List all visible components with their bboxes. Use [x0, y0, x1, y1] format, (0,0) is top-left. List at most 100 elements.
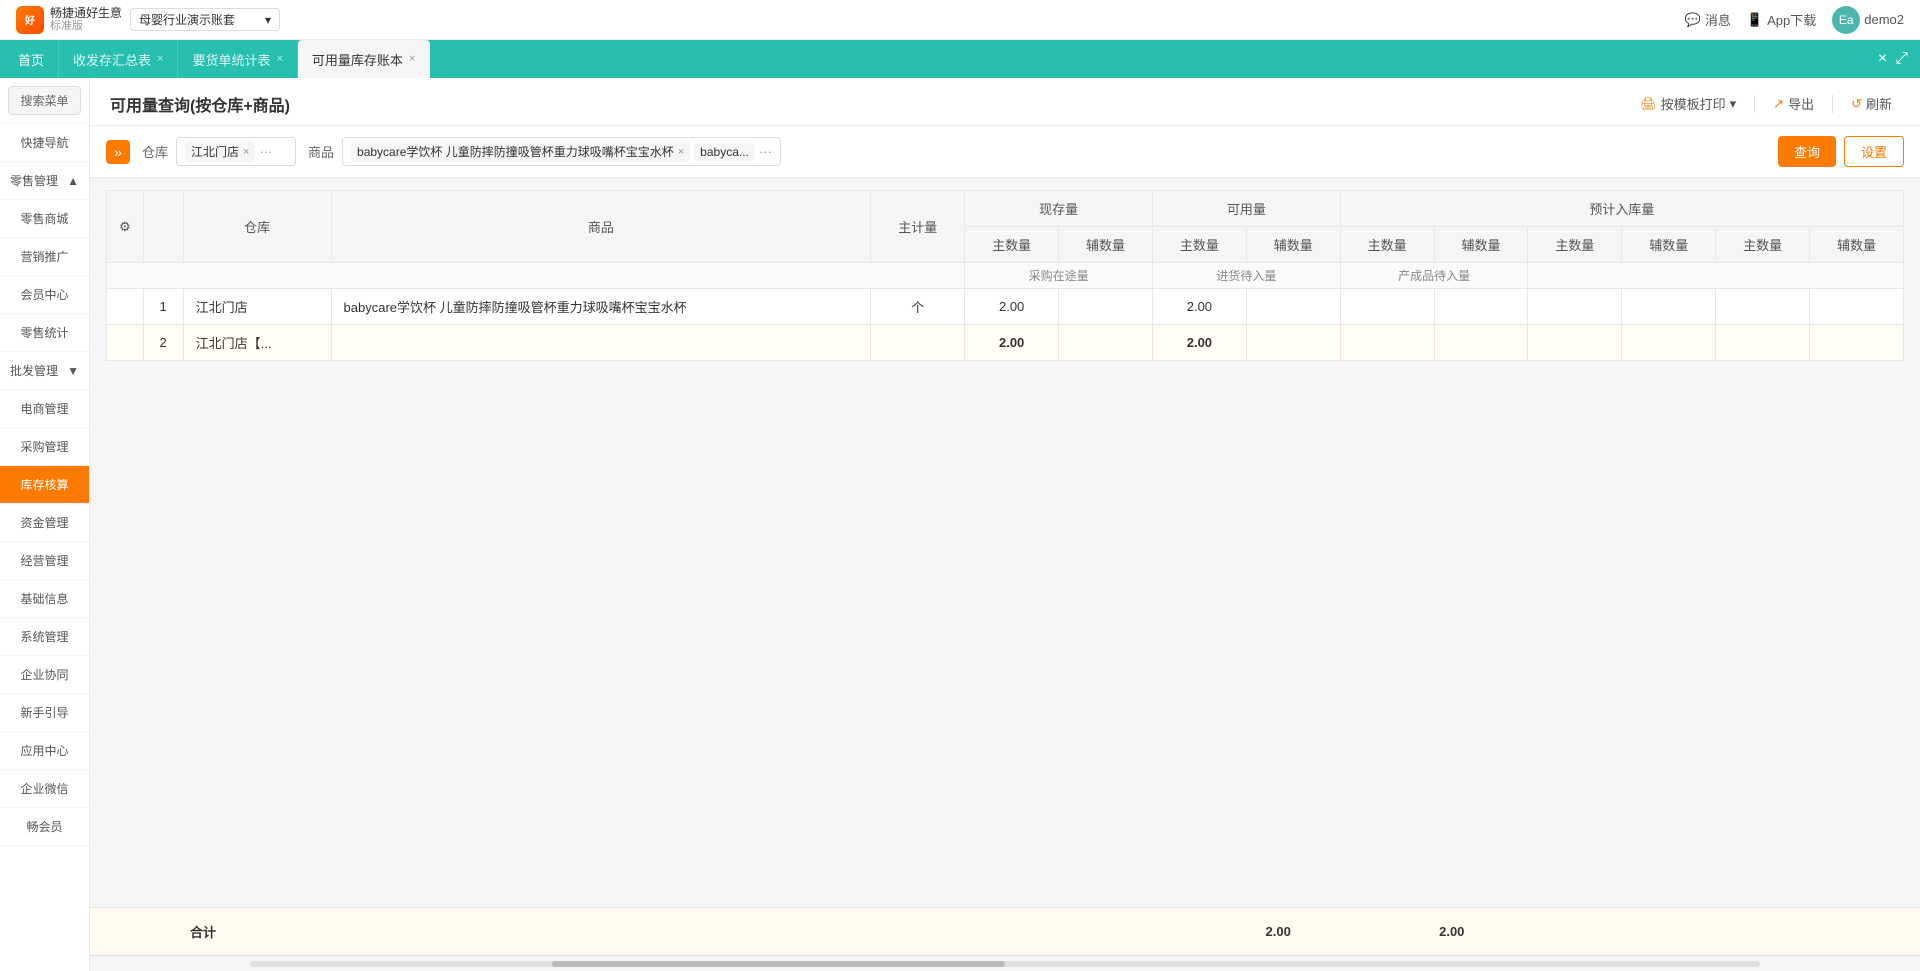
tab-home[interactable]: 首页 [4, 40, 59, 78]
sidebar-item-wechat[interactable]: 企业微信 [0, 770, 89, 808]
cell-pt-main-2 [1340, 325, 1434, 361]
th-avail-main: 主数量 [1152, 227, 1246, 263]
scrollbar-thumb[interactable] [552, 961, 1005, 967]
product-more[interactable]: ··· [759, 144, 772, 159]
sidebar-item-guide[interactable]: 新手引导 [0, 694, 89, 732]
th-planned-inbound: 预计入库量 [1340, 191, 1903, 227]
th-purchase-pending-aux: 辅数量 [1622, 227, 1716, 263]
th-production-pending-main: 主数量 [1716, 227, 1810, 263]
sidebar-item-operations[interactable]: 经营管理 [0, 542, 89, 580]
close-tab-receivable[interactable]: × [157, 53, 163, 65]
th-main-unit: 主计量 [871, 191, 965, 263]
close-all-tabs-btn[interactable]: × [1878, 50, 1887, 68]
warehouse-more[interactable]: ··· [259, 144, 272, 159]
filter-actions: 查询 设置 [1778, 136, 1904, 167]
cell-stock-aux-2 [1059, 325, 1153, 361]
filter-expand-btn[interactable]: » [106, 140, 130, 164]
search-menu-btn[interactable]: 搜索菜单 [8, 86, 81, 115]
nav-tab-actions: × ⤢ [1870, 40, 1916, 78]
product-input[interactable]: babycare学饮杯 儿童防摔防撞吸管杯重力球吸嘴杯宝宝水杯 × babyca… [342, 137, 781, 166]
th-production-pending-aux: 辅数量 [1810, 227, 1904, 263]
th-index [143, 191, 183, 263]
export-btn[interactable]: ↗ 导出 [1765, 90, 1822, 117]
logo-area: 好 畅捷通好生意 标准版 [16, 6, 122, 34]
expand-icon[interactable]: ⤢ [1895, 50, 1908, 68]
summary-available-main: 2.00 [1393, 916, 1510, 947]
logo-icon: 好 [16, 6, 44, 34]
scroll-bar-area [90, 955, 1920, 971]
cell-pp-aux [1622, 289, 1716, 325]
print-icon: 🖨 [1640, 96, 1657, 112]
tab-available-stock[interactable]: 可用量库存账本 × [298, 40, 430, 78]
th-warehouse: 仓库 [183, 191, 331, 263]
cell-pt-aux-2 [1434, 325, 1528, 361]
cell-index: 1 [143, 289, 183, 325]
cell-prod-aux [1810, 289, 1904, 325]
setting-btn[interactable]: 设置 [1844, 136, 1904, 167]
cell-prod-main [1716, 289, 1810, 325]
sidebar-item-member[interactable]: 畅会员 [0, 808, 89, 846]
warehouse-input[interactable]: 江北门店 × ··· [176, 137, 296, 166]
top-bar-right: 💬 消息 📱 App下载 Ea demo2 [1685, 6, 1904, 34]
sidebar-item-app-center[interactable]: 应用中心 [0, 732, 89, 770]
th-avail-aux: 辅数量 [1246, 227, 1340, 263]
sidebar-item-system[interactable]: 系统管理 [0, 618, 89, 656]
cell-avail-aux [1246, 289, 1340, 325]
sidebar-item-basic-info[interactable]: 基础信息 [0, 580, 89, 618]
filter-warehouse-group: 仓库 江北门店 × ··· [142, 137, 296, 166]
product-tag-1: babycare学饮杯 儿童防摔防撞吸管杯重力球吸嘴杯宝宝水杯 × [351, 141, 690, 162]
top-bar: 好 畅捷通好生意 标准版 母婴行业演示账套 ▾ 💬 消息 📱 App下载 Ea … [0, 0, 1920, 40]
page-actions: 🖨 按模板打印 ▾ ↗ 导出 ↺ 刷新 [1632, 90, 1900, 117]
cell-index-2: 2 [143, 325, 183, 361]
sidebar-item-collab[interactable]: 企业协同 [0, 656, 89, 694]
summary-bar: 合计 2.00 2.00 [90, 907, 1920, 955]
avatar: Ea [1832, 6, 1860, 34]
export-icon: ↗ [1773, 96, 1784, 112]
query-btn[interactable]: 查询 [1778, 136, 1836, 167]
summary-label: 合计 [178, 916, 367, 947]
close-tab-order[interactable]: × [276, 53, 282, 65]
th-purchase-transit-aux: 辅数量 [1434, 227, 1528, 263]
sidebar-item-retail-stats[interactable]: 零售统计 [0, 314, 89, 352]
refresh-btn[interactable]: ↺ 刷新 [1843, 90, 1900, 117]
sidebar-item-purchase[interactable]: 采购管理 [0, 428, 89, 466]
page-header: 可用量查询(按仓库+商品) 🖨 按模板打印 ▾ ↗ 导出 ↺ 刷新 [90, 78, 1920, 126]
th-purchase-transit-main: 主数量 [1340, 227, 1434, 263]
cell-settings-2 [107, 325, 144, 361]
th-available: 可用量 [1152, 191, 1340, 227]
table-area: ⚙ 仓库 商品 主计量 现存量 可用量 预计入库量 主数量 辅数量 主数量 [90, 178, 1920, 907]
sidebar-item-inventory[interactable]: 库存核算 [0, 466, 89, 504]
remove-product-tag-1[interactable]: × [678, 146, 684, 158]
tab-receivable-summary[interactable]: 收发存汇总表 × [59, 40, 178, 78]
close-tab-stock[interactable]: × [409, 53, 415, 65]
sidebar-item-retail-mgmt[interactable]: 零售管理 ▲ [0, 162, 89, 200]
th-stock-aux: 辅数量 [1059, 227, 1153, 263]
app-download-btn[interactable]: 📱 App下载 [1747, 10, 1816, 29]
message-btn[interactable]: 💬 消息 [1685, 10, 1731, 29]
sidebar-item-retail-mall[interactable]: 零售商城 [0, 200, 89, 238]
sidebar-item-wholesale-mgmt[interactable]: 批发管理 ▼ [0, 352, 89, 390]
tab-order-stats[interactable]: 要货单统计表 × [178, 40, 297, 78]
sidebar-item-quick-nav[interactable]: 快捷导航 [0, 124, 89, 162]
arrow-icon-wholesale: ▼ [67, 364, 79, 378]
content-area: 可用量查询(按仓库+商品) 🖨 按模板打印 ▾ ↗ 导出 ↺ 刷新 [90, 78, 1920, 971]
sidebar-item-ecommerce[interactable]: 电商管理 [0, 390, 89, 428]
chevron-down-icon: ▾ [265, 13, 271, 27]
logo-text: 畅捷通好生意 标准版 [50, 6, 122, 34]
cell-settings [107, 289, 144, 325]
remove-warehouse-tag[interactable]: × [243, 146, 249, 158]
settings-icon: ⚙ [119, 219, 131, 234]
user-menu[interactable]: Ea demo2 [1832, 6, 1904, 34]
print-template-btn[interactable]: 🖨 按模板打印 ▾ [1632, 90, 1744, 117]
refresh-icon: ↺ [1851, 96, 1862, 112]
th-settings[interactable]: ⚙ [107, 191, 144, 263]
industry-selector[interactable]: 母婴行业演示账套 ▾ [130, 8, 280, 31]
cell-avail-main: 2.00 [1152, 289, 1246, 325]
cell-prod-aux-2 [1810, 325, 1904, 361]
sidebar-item-members[interactable]: 会员中心 [0, 276, 89, 314]
cell-prod-main-2 [1716, 325, 1810, 361]
horizontal-scrollbar[interactable] [250, 961, 1760, 967]
sidebar-item-finance[interactable]: 资金管理 [0, 504, 89, 542]
sidebar-item-marketing[interactable]: 营销推广 [0, 238, 89, 276]
cell-avail-aux-2 [1246, 325, 1340, 361]
